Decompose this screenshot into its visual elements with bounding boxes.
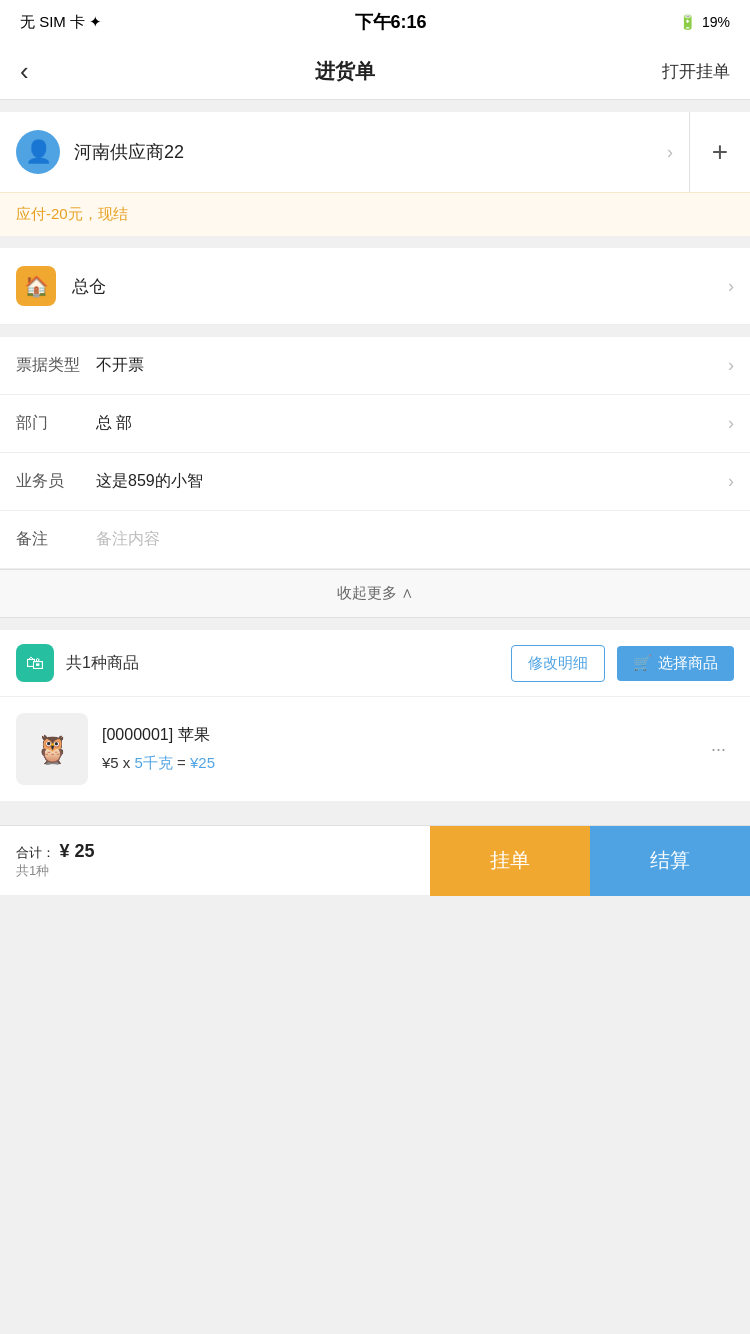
product-qty: 5千克 <box>135 754 173 771</box>
open-hang-button[interactable]: 打开挂单 <box>662 60 730 83</box>
total-row: 合计： ¥ 25 <box>16 841 414 862</box>
product-thumb-icon: 🦉 <box>35 733 70 766</box>
warehouse-name: 总仓 <box>72 275 728 298</box>
status-right: 🔋 19% <box>679 14 730 30</box>
salesperson-row[interactable]: 业务员 这是859的小智 › <box>0 453 750 511</box>
product-name: [0000001] 苹果 <box>102 725 689 746</box>
status-time: 下午6:16 <box>355 10 427 34</box>
product-title: 苹果 <box>178 726 210 743</box>
bottom-total: 合计： ¥ 25 共1种 <box>0 841 430 880</box>
invoice-type-label: 票据类型 <box>16 355 96 376</box>
collapse-button[interactable]: 收起更多 ∧ <box>0 569 750 618</box>
status-left: 无 SIM 卡 ✦ <box>20 13 102 32</box>
products-header: 🛍 共1种商品 修改明细 🛒 选择商品 <box>0 630 750 696</box>
remark-label: 备注 <box>16 529 96 550</box>
notice-banner: 应付-20元，现结 <box>0 192 750 236</box>
divider-2 <box>0 236 750 248</box>
supplier-chevron-icon: › <box>667 142 673 163</box>
avatar-icon: 👤 <box>25 139 52 165</box>
total-label: 合计： <box>16 845 55 860</box>
total-count: 共1种 <box>16 862 414 880</box>
department-row[interactable]: 部门 总 部 › <box>0 395 750 453</box>
product-equals: = <box>177 754 190 771</box>
divider-3 <box>0 325 750 337</box>
department-label: 部门 <box>16 413 96 434</box>
select-product-icon: 🛒 <box>633 654 652 672</box>
warehouse-chevron-icon: › <box>728 276 734 297</box>
supplier-selector[interactable]: 👤 河南供应商22 › <box>0 112 690 192</box>
products-icon-symbol: 🛍 <box>26 653 44 674</box>
products-count: 共1种商品 <box>66 653 499 674</box>
invoice-type-chevron-icon: › <box>728 355 734 376</box>
salesperson-chevron-icon: › <box>728 471 734 492</box>
warehouse-icon: 🏠 <box>16 266 56 306</box>
salesperson-label: 业务员 <box>16 471 96 492</box>
products-icon: 🛍 <box>16 644 54 682</box>
product-thumbnail: 🦉 <box>16 713 88 785</box>
page-title: 进货单 <box>315 58 375 85</box>
back-button[interactable]: ‹ <box>20 56 29 87</box>
form-section: 票据类型 不开票 › 部门 总 部 › 业务员 这是859的小智 › 备注 备注… <box>0 337 750 569</box>
product-item: 🦉 [0000001] 苹果 ¥5 x 5千克 = ¥25 ··· <box>0 696 750 801</box>
edit-details-button[interactable]: 修改明细 <box>511 645 605 682</box>
supplier-name: 河南供应商22 <box>74 140 667 164</box>
divider-5 <box>0 801 750 813</box>
product-multiply: x <box>123 754 135 771</box>
divider-1 <box>0 100 750 112</box>
product-code: [0000001] <box>102 726 173 743</box>
salesperson-value: 这是859的小智 <box>96 471 720 492</box>
supplier-add-button[interactable]: + <box>690 112 750 192</box>
invoice-type-row[interactable]: 票据类型 不开票 › <box>0 337 750 395</box>
total-amount: ¥ 25 <box>59 841 94 861</box>
supplier-avatar: 👤 <box>16 130 60 174</box>
warehouse-icon-symbol: 🏠 <box>24 274 49 298</box>
signal-text: 无 SIM 卡 ✦ <box>20 13 102 32</box>
bottom-bar: 合计： ¥ 25 共1种 挂单 结算 <box>0 825 750 895</box>
divider-4 <box>0 618 750 630</box>
product-unit-price: ¥5 <box>102 754 119 771</box>
supplier-section: 👤 河南供应商22 › + <box>0 112 750 192</box>
product-info: [0000001] 苹果 ¥5 x 5千克 = ¥25 <box>102 725 689 773</box>
hang-button[interactable]: 挂单 <box>430 826 590 896</box>
status-bar: 无 SIM 卡 ✦ 下午6:16 🔋 19% <box>0 0 750 44</box>
invoice-type-value: 不开票 <box>96 355 720 376</box>
product-price: ¥5 x 5千克 = ¥25 <box>102 754 689 773</box>
battery-percent: 19% <box>702 14 730 30</box>
remark-value[interactable]: 备注内容 <box>96 529 734 550</box>
checkout-button[interactable]: 结算 <box>590 826 750 896</box>
remark-row[interactable]: 备注 备注内容 <box>0 511 750 569</box>
product-total: ¥25 <box>190 754 215 771</box>
warehouse-section[interactable]: 🏠 总仓 › <box>0 248 750 325</box>
department-chevron-icon: › <box>728 413 734 434</box>
product-more-button[interactable]: ··· <box>703 735 734 764</box>
nav-bar: ‹ 进货单 打开挂单 <box>0 44 750 100</box>
select-product-label: 选择商品 <box>658 654 718 673</box>
department-value: 总 部 <box>96 413 720 434</box>
battery-icon: 🔋 <box>679 14 696 30</box>
select-product-button[interactable]: 🛒 选择商品 <box>617 646 734 681</box>
